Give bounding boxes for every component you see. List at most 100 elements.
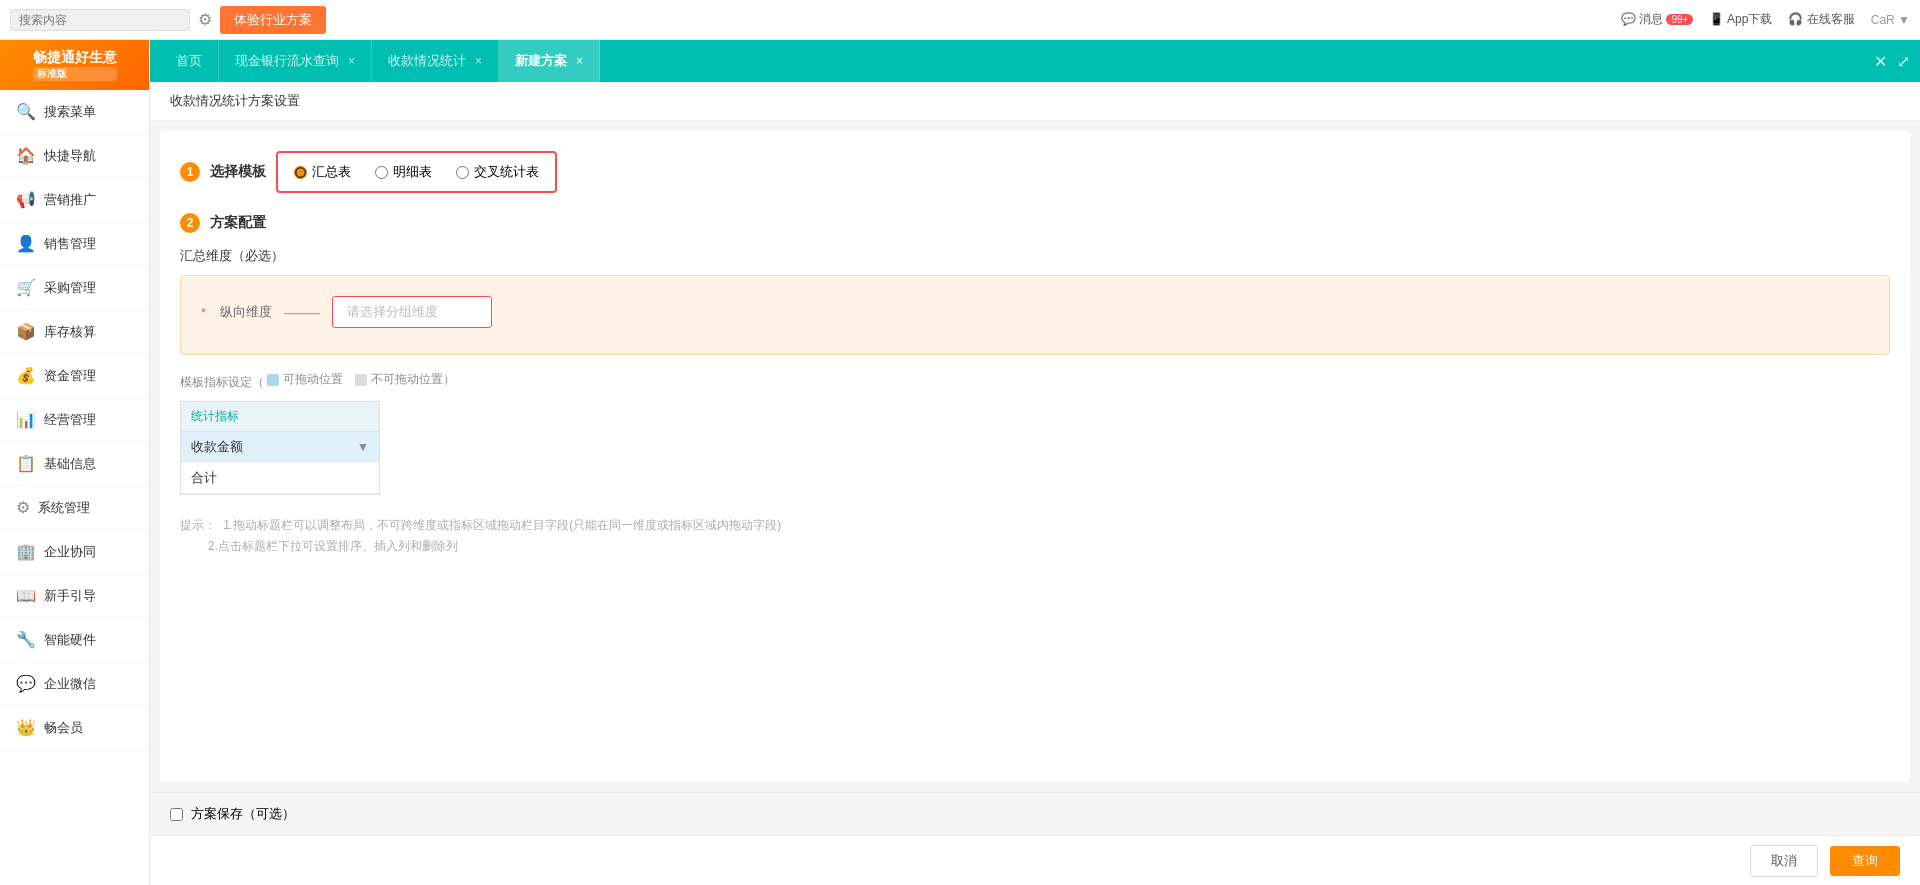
sidebar-label-hardware: 智能硬件 bbox=[44, 631, 96, 649]
metrics-table-header: 统计指标 bbox=[181, 402, 379, 432]
guide-icon: 📖 bbox=[16, 586, 36, 605]
sidebar-label-guide: 新手引导 bbox=[44, 587, 96, 605]
purchase-icon: 🛒 bbox=[16, 278, 36, 297]
sidebar-label-system: 系统管理 bbox=[38, 499, 90, 517]
hardware-icon: 🔧 bbox=[16, 630, 36, 649]
step2-title: 方案配置 bbox=[210, 214, 266, 232]
tips-area: 提示： 1.拖动标题栏可以调整布局，不可跨维度或指标区域拖动栏目字段(只能在同一… bbox=[180, 515, 1890, 558]
tip-line-0: 1.拖动标题栏可以调整布局，不可跨维度或指标区域拖动栏目字段(只能在同一维度或指… bbox=[223, 518, 781, 532]
footer-bar: 取消 查询 bbox=[150, 835, 1920, 885]
tab-cashflow-close[interactable]: × bbox=[348, 54, 355, 68]
sidebar-item-search[interactable]: 🔍 搜索菜单 bbox=[0, 90, 149, 134]
metrics-desc: 模板指标设定（ 可拖动位置 不可拖动位置） bbox=[180, 371, 1890, 391]
sidebar-item-member[interactable]: 👑 畅会员 bbox=[0, 706, 149, 750]
sidebar-item-finance[interactable]: 💰 资金管理 bbox=[0, 354, 149, 398]
download-link[interactable]: 📱 App下载 bbox=[1709, 11, 1772, 28]
sidebar-item-guide[interactable]: 📖 新手引导 bbox=[0, 574, 149, 618]
sidebar-item-management[interactable]: 📊 经营管理 bbox=[0, 398, 149, 442]
sales-icon: 👤 bbox=[16, 234, 36, 253]
radio-detail-label: 明细表 bbox=[393, 163, 432, 181]
metrics-name-1: 合计 bbox=[191, 469, 217, 487]
logo-name: 畅捷通好生意 bbox=[33, 49, 117, 66]
inventory-icon: 📦 bbox=[16, 322, 36, 341]
immovable-label: 不可拖动位置） bbox=[371, 371, 455, 388]
sidebar-item-wechat[interactable]: 💬 企业微信 bbox=[0, 662, 149, 706]
main-layout: 畅捷通好生意 标准版 🔍 搜索菜单 🏠 快捷导航 📢 营销推广 👤 销售管理 🛒… bbox=[0, 40, 1920, 885]
sidebar-label-search: 搜索菜单 bbox=[44, 103, 96, 121]
save-checkbox[interactable] bbox=[170, 808, 183, 821]
tab-cashflow[interactable]: 现金银行流水查询 × bbox=[219, 40, 372, 82]
message-area[interactable]: 💬 消息 99+ bbox=[1621, 11, 1694, 28]
radio-summary[interactable]: 汇总表 bbox=[294, 163, 351, 181]
tip-prefix: 提示： bbox=[180, 518, 216, 532]
top-header: ⚙ 体验行业方案 💬 消息 99+ 📱 App下载 🎧 在线客服 CaR ▼ bbox=[0, 0, 1920, 40]
radio-cross-input[interactable] bbox=[456, 166, 469, 179]
radio-detail[interactable]: 明细表 bbox=[375, 163, 432, 181]
template-select-row: 汇总表 明细表 交叉统计表 bbox=[276, 151, 557, 193]
sidebar-label-finance: 资金管理 bbox=[44, 367, 96, 385]
tab-receipt-stats[interactable]: 收款情况统计 × bbox=[372, 40, 499, 82]
immovable-dot bbox=[355, 374, 367, 386]
tab-bar: 首页 现金银行流水查询 × 收款情况统计 × 新建方案 × ✕ ⤢ bbox=[150, 40, 1920, 82]
metrics-row-0[interactable]: 收款金额 ▼ bbox=[181, 432, 379, 463]
sidebar-item-marketing[interactable]: 📢 营销推广 bbox=[0, 178, 149, 222]
tab-bar-actions: ✕ ⤢ bbox=[1874, 52, 1910, 71]
tab-home[interactable]: 首页 bbox=[160, 40, 219, 82]
management-icon: 📊 bbox=[16, 410, 36, 429]
tab-new-plan-close[interactable]: × bbox=[576, 54, 583, 68]
radio-summary-input[interactable] bbox=[294, 166, 307, 179]
sidebar-label-corp: 企业协同 bbox=[44, 543, 96, 561]
user-info[interactable]: CaR ▼ bbox=[1871, 13, 1910, 27]
finance-icon: 💰 bbox=[16, 366, 36, 385]
content-area: 首页 现金银行流水查询 × 收款情况统计 × 新建方案 × ✕ ⤢ 收款情况统计… bbox=[150, 40, 1920, 885]
sidebar-logo: 畅捷通好生意 标准版 bbox=[0, 40, 149, 90]
dim-select-box[interactable]: 请选择分组维度 bbox=[332, 296, 492, 328]
tab-receipt-close[interactable]: × bbox=[475, 54, 482, 68]
tip-label: 提示： 1.拖动标题栏可以调整布局，不可跨维度或指标区域拖动栏目字段(只能在同一… bbox=[180, 515, 1890, 537]
marketing-icon: 📢 bbox=[16, 190, 36, 209]
radio-detail-input[interactable] bbox=[375, 166, 388, 179]
sidebar-item-inventory[interactable]: 📦 库存核算 bbox=[0, 310, 149, 354]
movable-label: 可拖动位置 bbox=[283, 371, 343, 388]
header-left: ⚙ 体验行业方案 bbox=[10, 6, 326, 34]
system-icon: ⚙ bbox=[16, 498, 30, 517]
form-body: 1 选择模板 汇总表 明细表 bbox=[160, 131, 1910, 782]
radio-cross[interactable]: 交叉统计表 bbox=[456, 163, 539, 181]
page-content: 收款情况统计方案设置 1 选择模板 汇总表 bbox=[150, 82, 1920, 835]
step1-num: 1 bbox=[180, 162, 200, 182]
sidebar-item-system[interactable]: ⚙ 系统管理 bbox=[0, 486, 149, 530]
dimension-box: * 纵向维度 —— 请选择分组维度 bbox=[180, 275, 1890, 355]
member-icon: 👑 bbox=[16, 718, 36, 737]
sidebar-item-purchase[interactable]: 🛒 采购管理 bbox=[0, 266, 149, 310]
metrics-config: 模板指标设定（ 可拖动位置 不可拖动位置） bbox=[180, 371, 1890, 495]
sidebar-item-sales[interactable]: 👤 销售管理 bbox=[0, 222, 149, 266]
service-link[interactable]: 🎧 在线客服 bbox=[1788, 11, 1854, 28]
trial-button[interactable]: 体验行业方案 bbox=[220, 6, 326, 34]
save-label: 方案保存（可选） bbox=[191, 805, 295, 823]
metrics-dropdown-0[interactable]: ▼ bbox=[357, 440, 369, 454]
tab-new-plan[interactable]: 新建方案 × bbox=[499, 40, 600, 82]
sidebar-label-baseinfo: 基础信息 bbox=[44, 455, 96, 473]
query-button[interactable]: 查询 bbox=[1830, 846, 1900, 876]
tab-new-plan-label: 新建方案 bbox=[515, 52, 567, 70]
sidebar-item-hardware[interactable]: 🔧 智能硬件 bbox=[0, 618, 149, 662]
movable-dot bbox=[267, 374, 279, 386]
cancel-button[interactable]: 取消 bbox=[1750, 845, 1818, 877]
step1-title: 选择模板 bbox=[210, 163, 266, 181]
sidebar-item-nav[interactable]: 🏠 快捷导航 bbox=[0, 134, 149, 178]
sidebar-label-purchase: 采购管理 bbox=[44, 279, 96, 297]
radio-summary-label: 汇总表 bbox=[312, 163, 351, 181]
sidebar-item-base-info[interactable]: 📋 基础信息 bbox=[0, 442, 149, 486]
header-right: 💬 消息 99+ 📱 App下载 🎧 在线客服 CaR ▼ bbox=[1621, 11, 1910, 28]
settings-icon[interactable]: ⚙ bbox=[198, 10, 212, 29]
tab-expand-icon[interactable]: ⤢ bbox=[1897, 52, 1910, 71]
step2-num: 2 bbox=[180, 213, 200, 233]
tab-close-window-icon[interactable]: ✕ bbox=[1874, 52, 1887, 71]
section-step2: 2 方案配置 汇总维度（必选） * 纵向维度 —— 请选择分组维度 bbox=[180, 213, 1890, 558]
sidebar-label-sales: 销售管理 bbox=[44, 235, 96, 253]
search-icon: 🔍 bbox=[16, 102, 36, 121]
save-row: 方案保存（可选） bbox=[150, 792, 1920, 835]
search-input[interactable] bbox=[10, 9, 190, 31]
tab-home-label: 首页 bbox=[176, 52, 202, 70]
sidebar-item-corp[interactable]: 🏢 企业协同 bbox=[0, 530, 149, 574]
